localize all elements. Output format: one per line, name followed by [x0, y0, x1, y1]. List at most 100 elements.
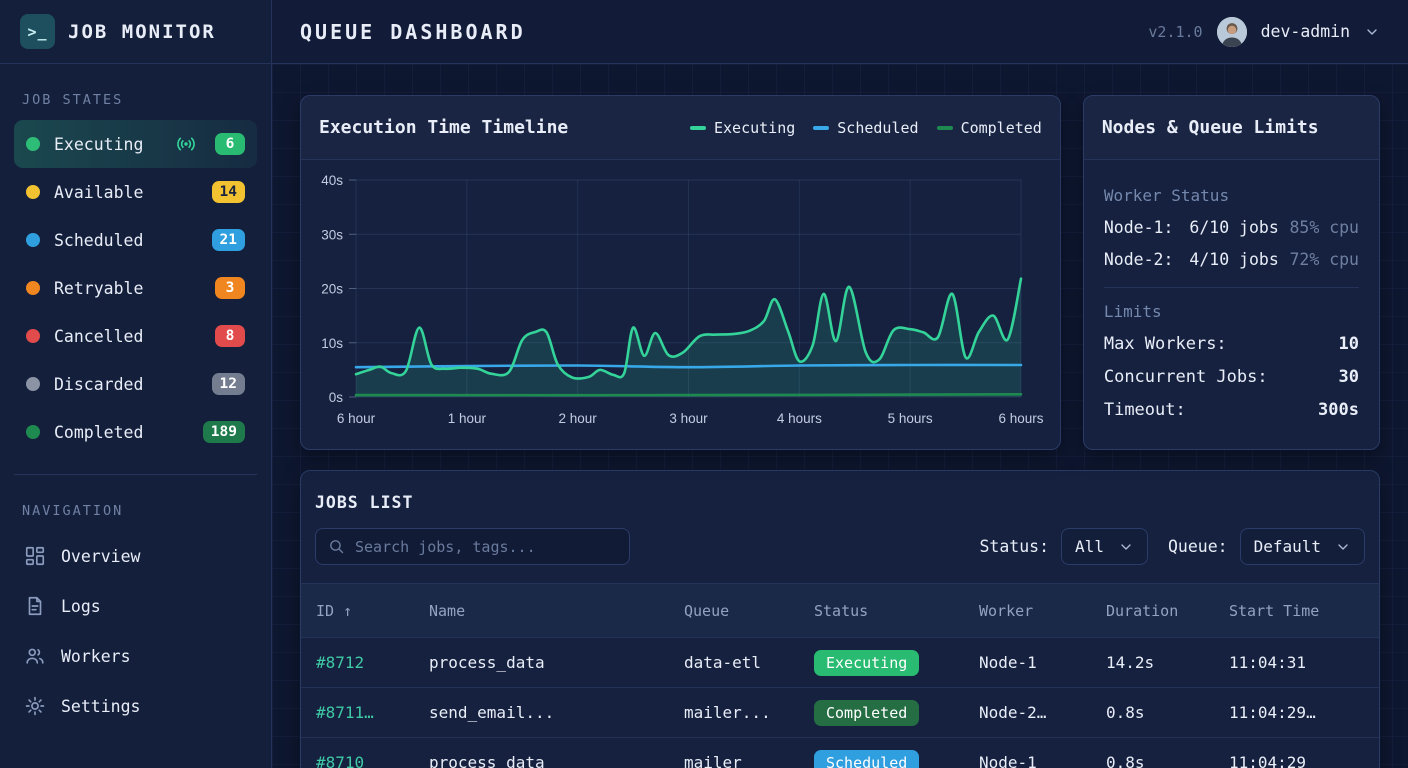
- legend-executing: Executing: [690, 119, 795, 137]
- column-header[interactable]: Status: [814, 602, 979, 620]
- job-queue: mailer: [684, 753, 742, 768]
- search-icon: [330, 540, 344, 554]
- status-badge: Completed: [814, 699, 920, 726]
- sidebar-item-logs[interactable]: Logs: [14, 581, 257, 631]
- table-row[interactable]: #8710 process_data mailer Scheduled Node-1 0.…: [301, 737, 1379, 768]
- logo-row: >_ JOB MONITOR: [0, 0, 271, 64]
- nav-label: Settings: [61, 696, 141, 716]
- chart-legend: Executing Scheduled Completed: [690, 119, 1042, 137]
- limits-list: Max Workers: 10 Concurrent Jobs: 30 Timeout:…: [1104, 334, 1359, 420]
- column-header[interactable]: Worker: [979, 602, 1106, 620]
- worker-status-heading: Worker Status: [1103, 186, 1230, 205]
- app-layout: >_ JOB MONITOR JOB STATES Executing 6 Avai…: [0, 0, 1408, 768]
- nodes-card-header: Nodes & Queue Limits: [1083, 96, 1379, 160]
- jobs-controls: Status: All Queue: Default: [301, 528, 1379, 583]
- sidebar-state-available[interactable]: Available 14: [14, 168, 257, 216]
- app-title: JOB MONITOR: [68, 20, 216, 43]
- state-label: Completed: [54, 422, 144, 442]
- sidebar-state-executing[interactable]: Executing 6: [14, 120, 257, 168]
- svg-text:5 hours: 5 hours: [888, 411, 933, 426]
- search-input[interactable]: [355, 537, 617, 556]
- jobs-list-title: JOBS LIST: [315, 493, 414, 512]
- state-count-badge: 8: [215, 325, 245, 347]
- svg-text:40s: 40s: [321, 173, 343, 188]
- user-menu[interactable]: dev-admin: [1261, 22, 1350, 41]
- filter-label: Status:: [979, 537, 1050, 556]
- table-row[interactable]: #8712 process_data data-etl Executing Node-1…: [301, 637, 1379, 687]
- job-id-link[interactable]: #8711…: [316, 703, 429, 722]
- chevron-down-icon: [1338, 543, 1348, 550]
- state-label: Scheduled: [54, 230, 144, 250]
- job-duration: 14.2s: [1106, 653, 1155, 672]
- worker-jobs: 4/10 jobs: [1189, 250, 1279, 269]
- limit-row: Timeout: 300s: [1104, 400, 1359, 420]
- sidebar-state-retryable[interactable]: Retryable 3: [14, 264, 257, 312]
- table-row[interactable]: #8711… send_email... mailer... Completed Nod…: [301, 687, 1379, 737]
- nodes-card-body: Worker Status Node-1: 6/10 jobs 85% cpu Nod…: [1084, 160, 1379, 445]
- status-badge: Scheduled: [814, 749, 920, 768]
- sidebar-item-settings[interactable]: Settings: [14, 681, 257, 731]
- job-start-time: 11:04:29…: [1229, 703, 1316, 722]
- document-icon: [28, 596, 42, 616]
- sidebar-item-workers[interactable]: Workers: [14, 631, 257, 681]
- limit-row: Concurrent Jobs: 30: [1104, 367, 1359, 387]
- limit-label: Concurrent Jobs:: [1103, 367, 1268, 387]
- execution-time-card: Execution Time Timeline Executing Schedul…: [300, 95, 1061, 450]
- filter-queue: Queue: Default: [1168, 528, 1365, 565]
- jobs-table-header: ID ↑ Name Queue Status Worker Duration Start T…: [301, 583, 1379, 637]
- job-start-time: 11:04:29: [1229, 753, 1307, 768]
- state-dot: [26, 329, 40, 343]
- status-select[interactable]: All: [1061, 528, 1148, 565]
- column-header[interactable]: ID ↑: [316, 602, 429, 620]
- avatar-image: [1216, 16, 1247, 47]
- chevron-down-icon[interactable]: [1364, 24, 1380, 40]
- job-states-section: JOB STATES Executing 6 Available 14 Schedule…: [0, 64, 271, 456]
- state-dot: [26, 137, 40, 151]
- live-signal-icon: [177, 137, 195, 151]
- job-id-link[interactable]: #8712: [316, 653, 429, 672]
- people-icon: [26, 648, 44, 664]
- state-count-badge: 6: [215, 133, 245, 155]
- state-dot: [26, 185, 40, 199]
- worker-cpu: 85% cpu: [1289, 218, 1359, 237]
- job-name: process_data: [429, 653, 545, 672]
- limit-row: Max Workers: 10: [1104, 334, 1359, 354]
- dashboard-content: Execution Time Timeline Executing Schedul…: [272, 64, 1408, 768]
- sidebar-state-completed[interactable]: Completed 189: [14, 408, 257, 456]
- legend-completed: Completed: [936, 118, 1042, 137]
- state-count-badge: 3: [215, 277, 245, 299]
- job-duration: 0.8s: [1106, 703, 1145, 722]
- jobs-list-card: JOBS LIST Status: All Queue: Default ID ↑Na…: [300, 470, 1380, 768]
- main-area: QUEUE DASHBOARD v2.1.0 dev-admin Executi…: [272, 0, 1408, 768]
- nodes-card-title: Nodes & Queue Limits: [1101, 117, 1319, 138]
- queue-select[interactable]: Default: [1239, 528, 1365, 565]
- legend-label: Completed: [960, 118, 1042, 137]
- navigation-section: NAVIGATION Overview Logs Workers Settings: [0, 475, 271, 731]
- state-label: Discarded: [54, 374, 144, 394]
- status-badge: Executing: [814, 649, 920, 676]
- job-states-list: Executing 6 Available 14 Scheduled 21 Retryabl…: [14, 120, 257, 456]
- svg-text:6 hours: 6 hours: [998, 411, 1043, 426]
- column-header[interactable]: Start Time: [1229, 602, 1379, 620]
- sidebar-item-overview[interactable]: Overview: [14, 531, 257, 581]
- job-queue: data-etl: [684, 653, 762, 672]
- column-header[interactable]: Duration: [1106, 602, 1229, 620]
- column-header[interactable]: Queue: [684, 602, 814, 620]
- job-id-link[interactable]: #8710: [316, 753, 429, 768]
- chart-title: Execution Time Timeline: [319, 117, 569, 138]
- sidebar-state-scheduled[interactable]: Scheduled 21: [14, 216, 257, 264]
- worker-name: Node-2:: [1103, 250, 1174, 269]
- state-count-badge: 189: [202, 421, 245, 443]
- sidebar-state-discarded[interactable]: Discarded 12: [14, 360, 257, 408]
- nodes-divider: [1103, 287, 1359, 288]
- column-header[interactable]: Name: [429, 602, 684, 620]
- state-count-badge: 14: [211, 181, 245, 203]
- worker-jobs: 6/10 jobs: [1189, 218, 1279, 237]
- state-label: Available: [54, 182, 144, 202]
- user-avatar[interactable]: [1216, 16, 1247, 47]
- selected-value: Default: [1253, 537, 1321, 556]
- job-name: process_data: [429, 753, 545, 768]
- state-label: Executing: [54, 134, 144, 154]
- jobs-search-box[interactable]: [315, 528, 630, 565]
- sidebar-state-cancelled[interactable]: Cancelled 8: [14, 312, 257, 360]
